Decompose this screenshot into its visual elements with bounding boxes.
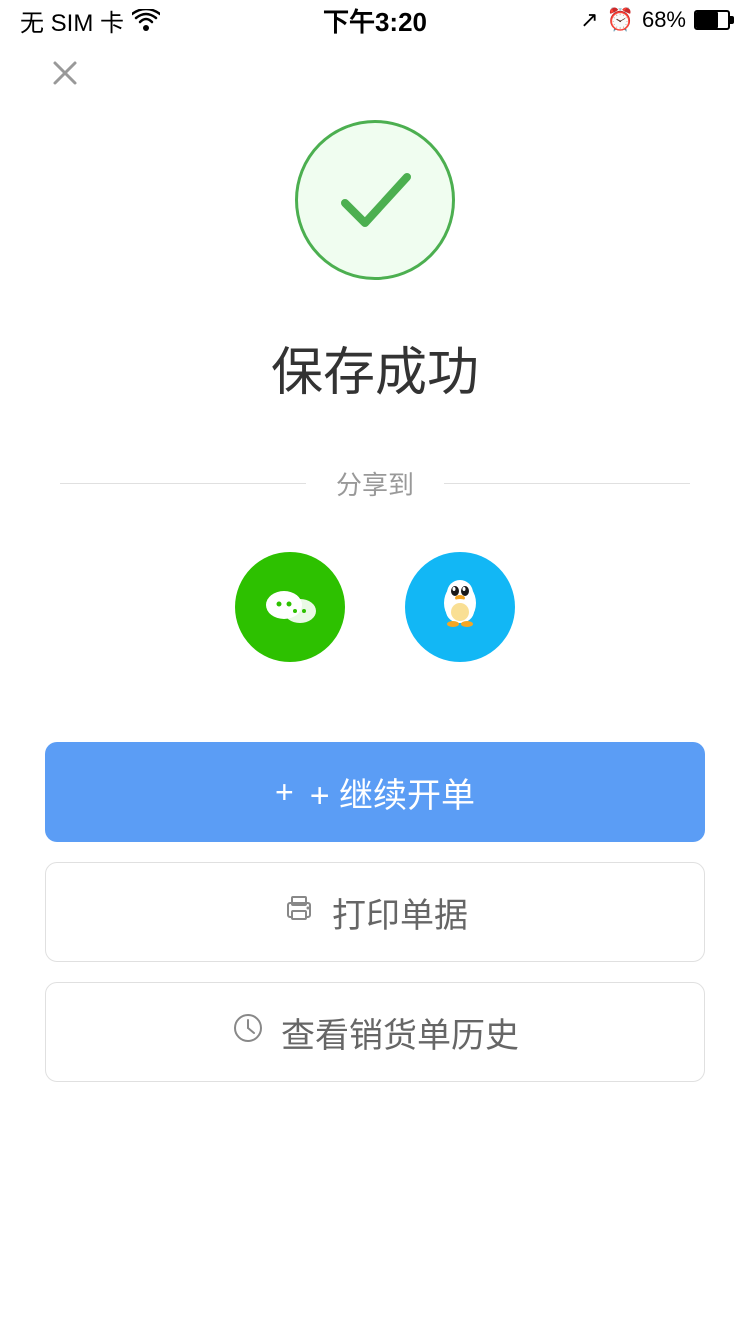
success-circle	[295, 120, 455, 280]
printer-icon	[282, 891, 316, 933]
print-button[interactable]: 打印单据	[45, 862, 705, 962]
share-divider: 分享到	[0, 465, 750, 502]
continue-order-label: + 继续开单	[310, 768, 475, 817]
battery-percent: 68%	[642, 7, 686, 33]
status-bar: 无 SIM 卡 下午3:20 ↗ ⏰ 68%	[0, 0, 750, 40]
continue-order-button[interactable]: + + 继续开单	[45, 742, 705, 842]
history-button[interactable]: 查看销货单历史	[45, 982, 705, 1082]
battery-icon	[694, 10, 730, 30]
wechat-share-button[interactable]	[235, 552, 345, 662]
no-sim-text: 无 SIM 卡	[20, 3, 124, 38]
wifi-icon	[132, 9, 160, 31]
clock-icon	[231, 1011, 265, 1053]
status-right: ↗ ⏰ 68%	[580, 7, 730, 33]
close-button[interactable]	[40, 48, 90, 98]
status-time: 下午3:20	[323, 2, 427, 39]
print-label: 打印单据	[332, 888, 468, 937]
action-buttons: + + 继续开单 打印单据	[45, 742, 705, 1082]
qq-share-button[interactable]	[405, 552, 515, 662]
status-left: 无 SIM 卡	[20, 3, 160, 38]
checkmark-icon	[335, 165, 415, 235]
history-label: 查看销货单历史	[281, 1008, 519, 1057]
alarm-icon: ⏰	[607, 7, 634, 33]
divider-line-left	[60, 483, 306, 484]
location-icon: ↗	[580, 7, 598, 33]
success-title: 保存成功	[271, 330, 479, 405]
plus-icon: +	[275, 774, 294, 811]
divider-line-right	[444, 483, 690, 484]
main-content: 保存成功 分享到	[0, 40, 750, 1082]
wechat-icon	[258, 575, 323, 640]
qq-icon	[428, 575, 493, 640]
share-icons-container	[235, 552, 515, 662]
share-label: 分享到	[306, 465, 444, 502]
